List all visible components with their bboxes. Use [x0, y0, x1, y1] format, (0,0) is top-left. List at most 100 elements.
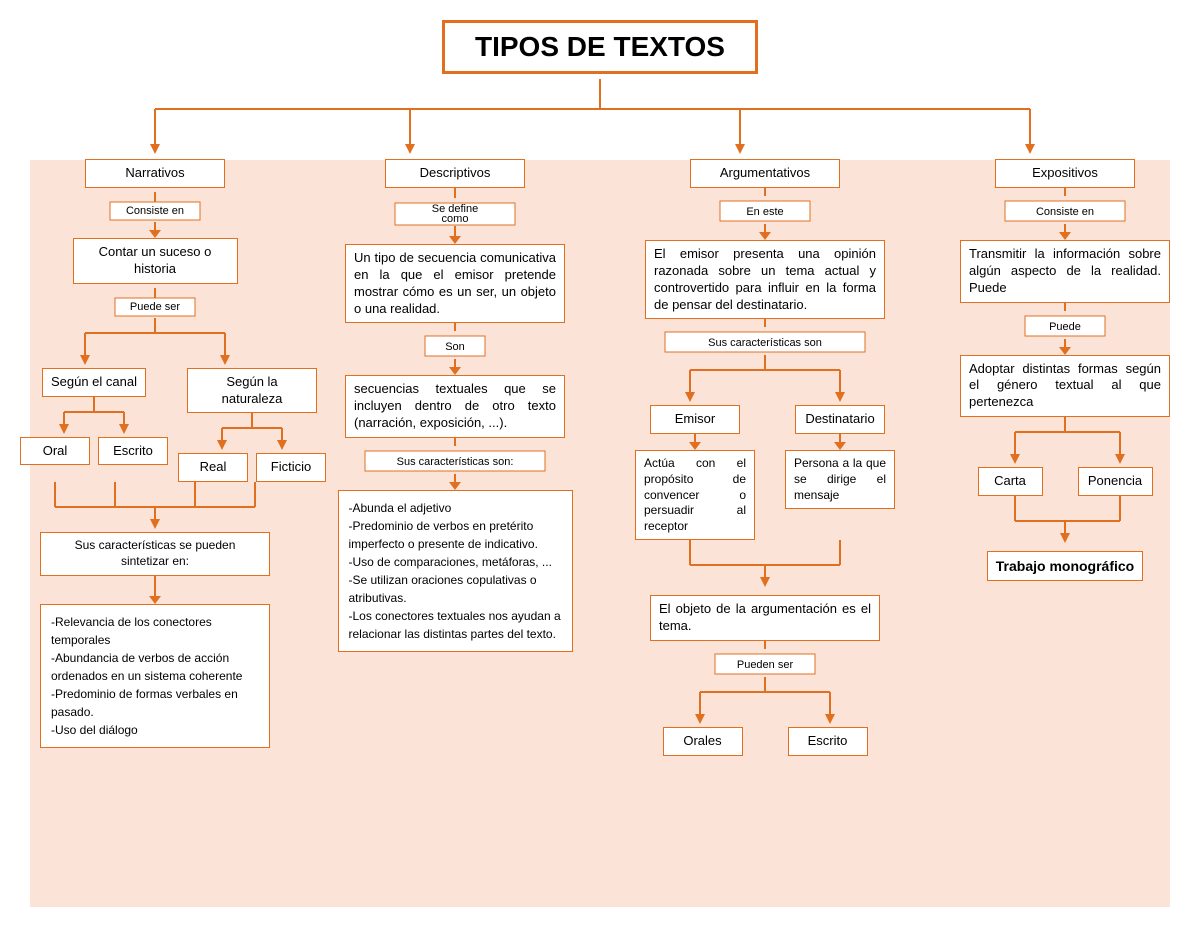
svg-text:Sus características son:: Sus características son:	[397, 456, 514, 468]
ah-desc2	[449, 367, 461, 375]
ah-desc1	[449, 236, 461, 244]
node-naturaleza: Según la naturaleza	[187, 368, 317, 414]
carta-ponencia-row: Carta Ponencia	[960, 467, 1170, 496]
v1-desc	[454, 188, 456, 198]
conn-pueden-ser-arg-svg: Pueden ser	[665, 649, 865, 677]
ah-exp2	[1059, 347, 1071, 355]
real-ficticio-row: Real Ficticio	[178, 453, 326, 482]
conn-son: Son	[375, 331, 535, 359]
orales-escrito-row: Orales Escrito	[640, 727, 890, 756]
conn-consiste-exp: Consiste en	[975, 196, 1155, 224]
svg-text:Puede: Puede	[1049, 321, 1081, 333]
oral-escrito-row: Oral Escrito	[20, 437, 168, 466]
columns-container: Narrativos Consiste en Contar un suceso …	[20, 159, 1180, 756]
conn-caract-arg-svg: Sus características son	[645, 327, 885, 355]
v4-exp	[1064, 339, 1066, 347]
title-connector-area	[20, 79, 1180, 159]
col-canal: Según el canal	[20, 368, 168, 466]
col-descriptivos: Descriptivos Se define como Un tipo de s…	[330, 159, 580, 652]
node-exp-adoptar: Adoptar distintas formas según el género…	[960, 355, 1170, 418]
v2-arg	[764, 224, 766, 232]
conn-caract-desc-svg: Sus características son:	[355, 446, 555, 474]
col-destinatario: Destinatario Persona a la que se dirige …	[785, 405, 895, 509]
col-narrativos: Narrativos Consiste en Contar un suceso …	[20, 159, 290, 748]
node-emisor-desc: Actúa con el propósito de convencer o pe…	[635, 450, 755, 540]
arg-branch-area	[620, 355, 910, 405]
ah-arg1	[759, 232, 771, 240]
exp-merge	[960, 496, 1170, 551]
v3-exp	[1064, 303, 1066, 311]
ah-exp1	[1059, 232, 1071, 240]
arrowhead-narr	[149, 596, 161, 604]
node-oral: Oral	[20, 437, 90, 466]
node-expositivos: Expositivos	[995, 159, 1135, 188]
arrow-v1	[154, 222, 156, 230]
arg-merge-svg	[620, 540, 910, 595]
branch-puede-ser	[20, 318, 290, 368]
merge-arrow-1	[20, 482, 290, 532]
v5-desc	[454, 438, 456, 446]
content-area: TIPOS DE TEXTOS	[20, 20, 1180, 756]
v6-desc	[454, 474, 456, 482]
svg-text:Puede ser: Puede ser	[130, 301, 180, 313]
naturaleza-branch	[187, 413, 317, 453]
v2-exp	[1064, 224, 1066, 232]
title-row: TIPOS DE TEXTOS	[20, 20, 1180, 74]
svg-text:Son: Son	[445, 341, 465, 353]
node-real: Real	[178, 453, 248, 482]
node-orales: Orales	[663, 727, 743, 756]
node-carta: Carta	[978, 467, 1043, 496]
node-desc-def: Un tipo de secuencia comunicativa en la …	[345, 244, 565, 324]
merge-svg-1	[20, 482, 290, 537]
conn-puede-exp: Puede	[985, 311, 1145, 339]
node-trabajo: Trabajo monográfico	[987, 551, 1143, 581]
conn-define: Se define como	[355, 198, 555, 226]
svg-text:Sus características son: Sus características son	[708, 337, 822, 349]
ah-emisor	[689, 442, 701, 450]
node-descriptivos: Descriptivos	[385, 159, 525, 188]
v1-exp	[1064, 188, 1066, 196]
arg-final-branch	[640, 677, 890, 727]
col-argumentativos: Argumentativos En este El emisor present…	[620, 159, 910, 756]
col-expositivos: Expositivos Consiste en Transmitir la in…	[950, 159, 1180, 581]
main-title: TIPOS DE TEXTOS	[442, 20, 758, 74]
v-emisor	[694, 434, 696, 442]
ah-desc3	[449, 482, 461, 490]
col-naturaleza: Según la naturaleza	[178, 368, 326, 483]
node-arg-def: El emisor presenta una opinión razonada …	[645, 240, 885, 320]
conn-en-este-svg: En este	[675, 196, 855, 224]
conn-en-este: En este	[675, 196, 855, 224]
arg-final-svg	[640, 677, 890, 727]
node-narrativos: Narrativos	[85, 159, 225, 188]
node-contar: Contar un suceso o historia	[73, 238, 238, 284]
conn-pueden-ser-arg: Pueden ser	[665, 649, 865, 677]
svg-text:Consiste en: Consiste en	[126, 205, 184, 217]
exp-branch-svg	[960, 417, 1170, 467]
node-caract-narr: Sus características se pueden sintetizar…	[40, 532, 270, 575]
conn-consiste-exp-svg: Consiste en	[975, 196, 1155, 224]
svg-text:Pueden ser: Pueden ser	[737, 659, 794, 671]
node-argumentativos: Argumentativos	[690, 159, 840, 188]
page: TIPOS DE TEXTOS	[0, 0, 1200, 927]
svg-text:Consiste en: Consiste en	[1036, 206, 1094, 218]
canal-svg	[29, 397, 159, 437]
exp-branch-area	[960, 417, 1170, 467]
v-objeto	[764, 641, 766, 649]
node-exp-def: Transmitir la información sobre algún as…	[960, 240, 1170, 303]
conn-son-svg: Son	[375, 331, 535, 359]
v-arrow-narr	[154, 576, 156, 596]
conn-caract-arg: Sus características son	[645, 327, 885, 355]
node-destinatario: Destinatario	[795, 405, 885, 434]
col-emisor: Emisor Actúa con el propósito de convenc…	[635, 405, 755, 540]
v4-desc	[454, 359, 456, 367]
ah-dest	[834, 442, 846, 450]
node-desc-son: secuencias textuales que se incluyen den…	[345, 375, 565, 438]
node-list-narr: -Relevancia de los conectores temporales…	[40, 604, 270, 748]
v1-arg	[764, 188, 766, 196]
svg-text:En este: En este	[746, 206, 783, 218]
arg-branch-svg	[620, 355, 910, 405]
arg-merge	[620, 540, 910, 595]
branch-svg-1	[20, 318, 290, 368]
node-objeto-arg: El objeto de la argumentación es el tema…	[650, 595, 880, 641]
v3-desc	[454, 323, 456, 331]
